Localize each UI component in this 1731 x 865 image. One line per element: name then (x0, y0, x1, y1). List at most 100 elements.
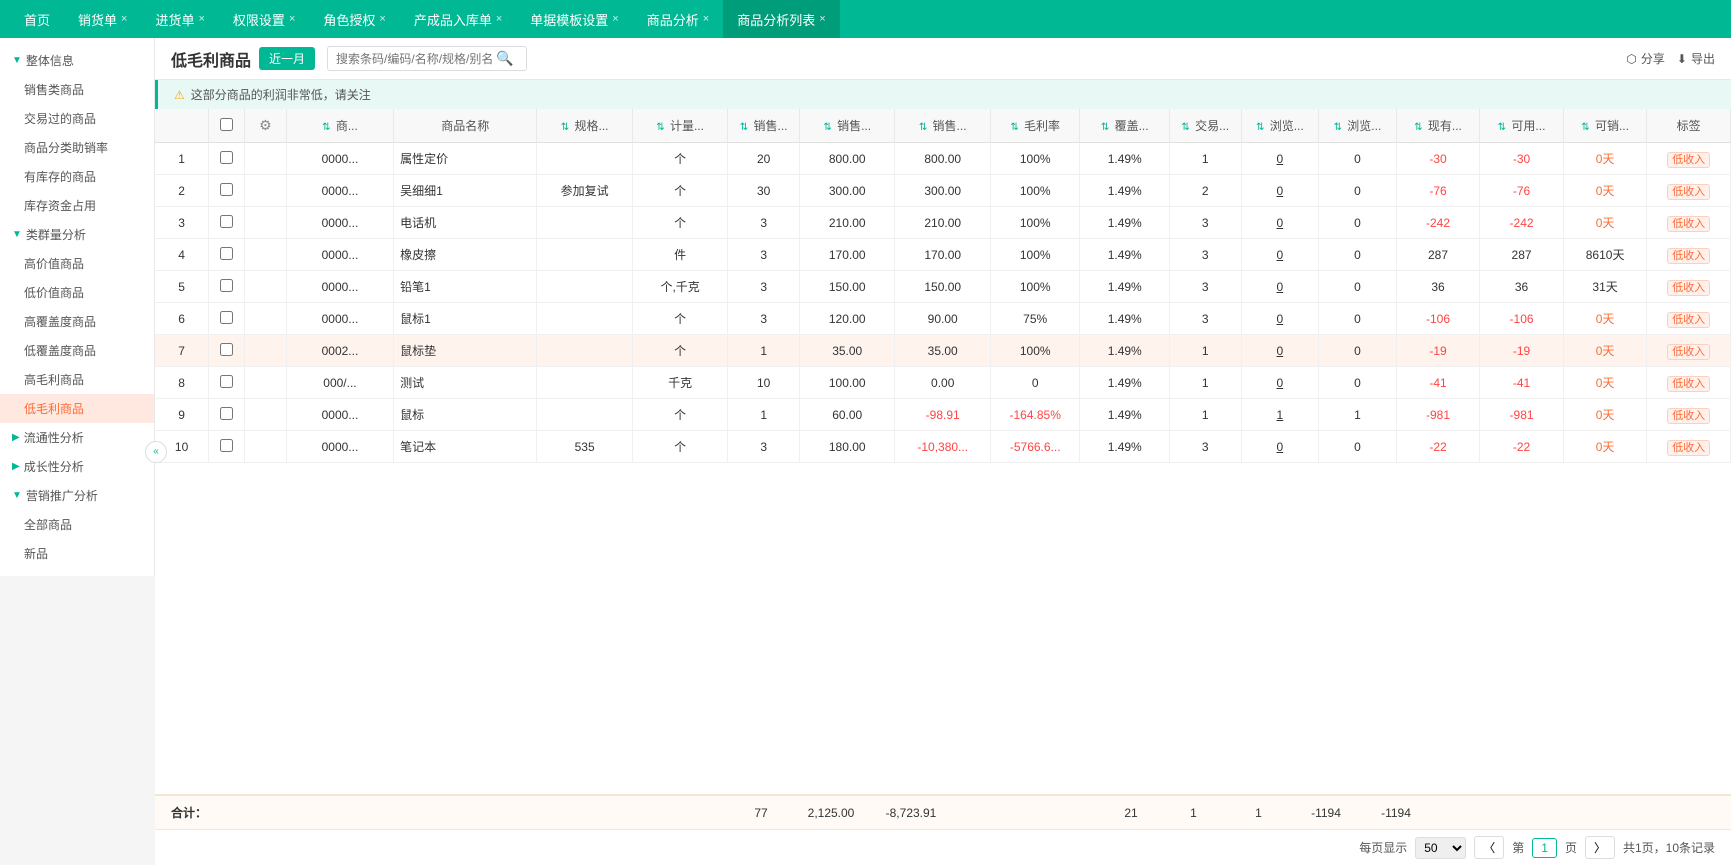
row-checkbox[interactable] (220, 407, 233, 420)
sidebar-item-low-coverage[interactable]: 低覆盖度商品 (0, 336, 154, 365)
close-icon[interactable]: × (121, 13, 127, 25)
th-code[interactable]: ⇅ 商... (286, 109, 393, 143)
th-trade[interactable]: ⇅ 交易... (1169, 109, 1241, 143)
time-filter-button[interactable]: 近一月 (259, 47, 315, 70)
row-browse1[interactable]: 0 (1241, 335, 1319, 367)
th-spec[interactable]: ⇅ 规格... (537, 109, 632, 143)
th-profit-rate[interactable]: ⇅ 毛利率 (990, 109, 1080, 143)
row-checkbox-cell[interactable] (209, 399, 245, 431)
th-current[interactable]: ⇅ 现有... (1396, 109, 1480, 143)
sidebar-item-category-rate[interactable]: 商品分类助销率 (0, 133, 154, 162)
sidebar-group-circulation[interactable]: ▶ 流通性分析 (0, 423, 154, 452)
row-checkbox-cell[interactable] (209, 271, 245, 303)
row-current: -19 (1396, 335, 1480, 367)
row-browse1[interactable]: 0 (1241, 175, 1319, 207)
nav-product-entry[interactable]: 产成品入库单 × (400, 0, 516, 38)
th-browse1[interactable]: ⇅ 浏览... (1241, 109, 1319, 143)
search-input[interactable] (336, 52, 496, 66)
row-checkbox-cell[interactable] (209, 431, 245, 463)
row-checkbox[interactable] (220, 279, 233, 292)
export-button[interactable]: ⬇ 导出 (1677, 50, 1715, 67)
sidebar-item-high-value[interactable]: 高价值商品 (0, 249, 154, 278)
tag-badge: 低收入 (1667, 216, 1710, 232)
sidebar-item-all-goods[interactable]: 全部商品 (0, 510, 154, 539)
row-checkbox-cell[interactable] (209, 239, 245, 271)
close-icon[interactable]: × (496, 13, 502, 25)
sidebar-item-traded-goods[interactable]: 交易过的商品 (0, 104, 154, 133)
close-icon[interactable]: × (379, 13, 385, 25)
sidebar-item-in-stock-goods[interactable]: 有库存的商品 (0, 162, 154, 191)
th-margin[interactable]: ⇅ 覆盖... (1080, 109, 1170, 143)
sidebar-item-high-margin[interactable]: 高毛利商品 (0, 365, 154, 394)
row-checkbox-cell[interactable] (209, 175, 245, 207)
sidebar-item-low-margin[interactable]: 低毛利商品 (0, 394, 154, 423)
close-icon[interactable]: × (819, 13, 825, 25)
row-browse1[interactable]: 0 (1241, 143, 1319, 175)
sidebar-group-marketing[interactable]: ▼ 营销推广分析 (0, 481, 154, 510)
row-checkbox[interactable] (220, 247, 233, 260)
nav-product-analysis[interactable]: 商品分析 × (633, 0, 723, 38)
th-settings[interactable]: ⚙ (245, 109, 287, 143)
row-checkbox[interactable] (220, 439, 233, 452)
nav-product-analysis-list[interactable]: 商品分析列表 × (723, 0, 839, 38)
row-trade: 3 (1169, 239, 1241, 271)
row-index: 9 (155, 399, 209, 431)
sidebar-item-high-coverage[interactable]: 高覆盖度商品 (0, 307, 154, 336)
th-sales-qty[interactable]: ⇅ 销售... (728, 109, 800, 143)
row-browse1[interactable]: 0 (1241, 239, 1319, 271)
nav-role-auth[interactable]: 角色授权 × (309, 0, 399, 38)
close-icon[interactable]: × (703, 13, 709, 25)
search-icon[interactable]: 🔍 (496, 50, 513, 67)
sidebar-group-growth[interactable]: ▶ 成长性分析 (0, 452, 154, 481)
row-browse1[interactable]: 0 (1241, 271, 1319, 303)
row-checkbox[interactable] (220, 151, 233, 164)
th-unit[interactable]: ⇅ 计量... (632, 109, 727, 143)
settings-icon[interactable]: ⚙ (259, 117, 272, 133)
row-checkbox-cell[interactable] (209, 335, 245, 367)
row-browse1[interactable]: 0 (1241, 367, 1319, 399)
row-sales-profit: 0.00 (895, 367, 990, 399)
row-available: -106 (1480, 303, 1564, 335)
row-checkbox-cell[interactable] (209, 143, 245, 175)
close-icon[interactable]: × (289, 13, 295, 25)
nav-permissions[interactable]: 权限设置 × (219, 0, 309, 38)
th-sales-profit[interactable]: ⇅ 销售... (895, 109, 990, 143)
th-available[interactable]: ⇅ 可用... (1480, 109, 1564, 143)
sidebar-item-stock-capital[interactable]: 库存资金占用 (0, 191, 154, 220)
row-checkbox[interactable] (220, 311, 233, 324)
row-checkbox[interactable] (220, 343, 233, 356)
row-checkbox[interactable] (220, 215, 233, 228)
nav-purchase-order[interactable]: 进货单 × (141, 0, 218, 38)
sidebar-collapse-button[interactable]: « (145, 441, 167, 463)
share-button[interactable]: ⬡ 分享 (1626, 50, 1665, 67)
sidebar-group-overall[interactable]: ▼ 整体信息 (0, 46, 154, 75)
th-sellable[interactable]: ⇅ 可销... (1563, 109, 1647, 143)
th-checkbox[interactable] (209, 109, 245, 143)
row-checkbox-cell[interactable] (209, 303, 245, 335)
row-browse1[interactable]: 0 (1241, 207, 1319, 239)
row-browse1[interactable]: 0 (1241, 303, 1319, 335)
next-page-button[interactable]: 〉 (1585, 836, 1615, 859)
nav-sales-order[interactable]: 销货单 × (64, 0, 141, 38)
nav-template-settings[interactable]: 单据模板设置 × (516, 0, 632, 38)
row-checkbox-cell[interactable] (209, 207, 245, 239)
sidebar-item-low-value[interactable]: 低价值商品 (0, 278, 154, 307)
th-browse2[interactable]: ⇅ 浏览... (1319, 109, 1397, 143)
sidebar-item-sales-goods[interactable]: 销售类商品 (0, 75, 154, 104)
row-browse1[interactable]: 0 (1241, 431, 1319, 463)
select-all-checkbox[interactable] (220, 118, 233, 131)
nav-home[interactable]: 首页 (10, 0, 64, 38)
per-page-select[interactable]: 50 20 100 (1415, 837, 1466, 859)
row-code: 0000... (286, 271, 393, 303)
row-settings-cell (245, 271, 287, 303)
sidebar-item-new-goods[interactable]: 新品 (0, 539, 154, 568)
row-browse1[interactable]: 1 (1241, 399, 1319, 431)
row-checkbox-cell[interactable] (209, 367, 245, 399)
close-icon[interactable]: × (612, 13, 618, 25)
row-checkbox[interactable] (220, 183, 233, 196)
prev-page-button[interactable]: 〈 (1474, 836, 1504, 859)
close-icon[interactable]: × (198, 13, 204, 25)
sidebar-group-cluster[interactable]: ▼ 类群量分析 (0, 220, 154, 249)
th-sales-price[interactable]: ⇅ 销售... (799, 109, 894, 143)
row-checkbox[interactable] (220, 375, 233, 388)
